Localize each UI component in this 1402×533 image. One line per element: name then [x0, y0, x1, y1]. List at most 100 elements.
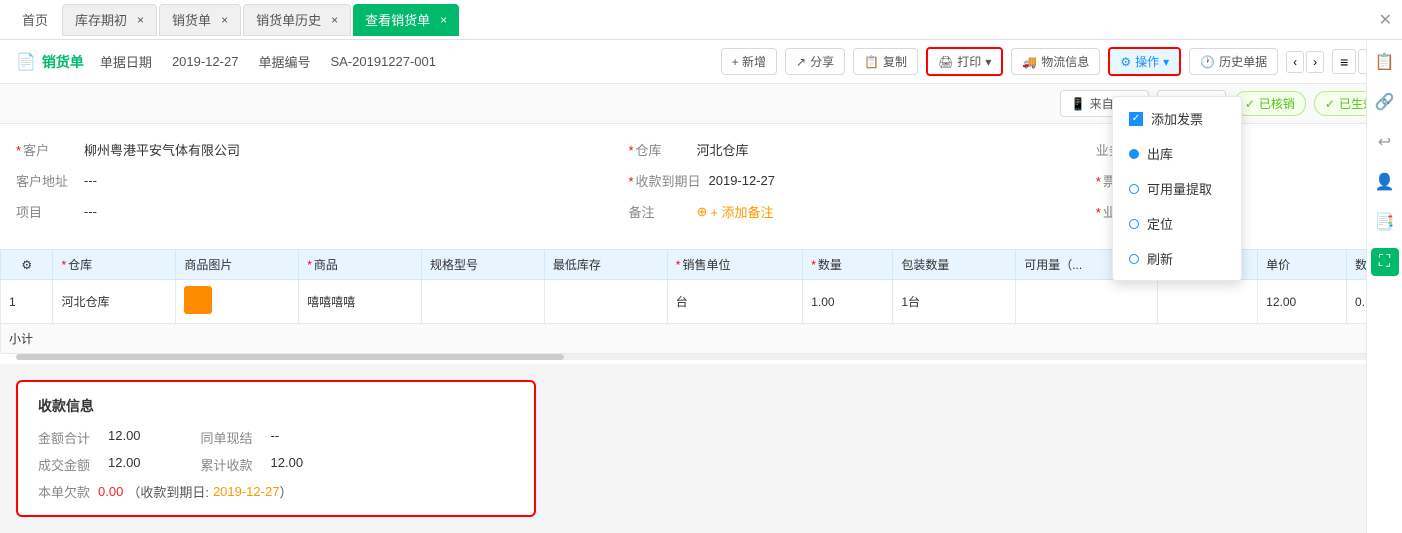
- payment-date-value: 2019-12-27: [709, 173, 776, 188]
- customer-field: 客户 柳州粤港平安气体有限公司: [16, 140, 596, 159]
- summary-row-3: 本单欠款 0.00 （收款到期日: 2019-12-27 ）: [38, 482, 514, 501]
- tab-sales-history[interactable]: 销货单历史 ×: [243, 4, 351, 36]
- project-value: ---: [84, 204, 97, 219]
- col-settings[interactable]: ⚙: [1, 250, 53, 280]
- doc-meta: 单据日期 2019-12-27 单据编号 SA-20191227-001: [100, 52, 436, 71]
- total-amount-value: 12.00: [108, 428, 141, 447]
- print-button[interactable]: 🖨 打印 ▾: [926, 47, 1003, 76]
- cumulative-payment-value: 12.00: [271, 455, 304, 474]
- prev-button[interactable]: ‹: [1286, 51, 1304, 73]
- tab-view-sales[interactable]: 查看销货单 ×: [353, 4, 459, 36]
- sidebar-link-icon[interactable]: 🔗: [1371, 88, 1399, 116]
- nav-arrows: ‹ ›: [1286, 51, 1324, 73]
- logistics-button[interactable]: 🚚 物流信息: [1011, 48, 1100, 75]
- cumulative-payment-label: 累计收款: [201, 455, 261, 474]
- share-button[interactable]: ↗ 分享: [785, 48, 845, 75]
- owed-label: 本单欠款: [38, 482, 98, 501]
- next-button[interactable]: ›: [1306, 51, 1324, 73]
- sidebar-file-icon[interactable]: 📑: [1371, 208, 1399, 236]
- refresh-item[interactable]: 刷新: [1113, 241, 1241, 276]
- list-view-button[interactable]: ≡: [1332, 49, 1356, 74]
- remark-field: 备注 ⊕ + 添加备注: [628, 202, 1063, 221]
- col-product: 商品: [299, 250, 422, 280]
- col-min-stock: 最低库存: [544, 250, 667, 280]
- tab-close-sales[interactable]: ×: [221, 13, 228, 27]
- sidebar-return-icon[interactable]: ↩: [1371, 128, 1399, 156]
- doc-number-label: 单据编号: [258, 52, 310, 71]
- owed-note-end: ）: [279, 482, 292, 501]
- summary-title: 收款信息: [38, 396, 514, 416]
- col-unit: 销售单位: [667, 250, 802, 280]
- row-unit: 台: [667, 280, 802, 324]
- tab-sales[interactable]: 销货单 ×: [159, 4, 241, 36]
- h-scrollbar[interactable]: [16, 354, 1386, 360]
- tab-bar: 首页 库存期初 × 销货单 × 销货单历史 × 查看销货单 × ✕: [0, 0, 1402, 40]
- doc-number-value: SA-20191227-001: [330, 54, 436, 69]
- col-warehouse: 仓库: [53, 250, 176, 280]
- doc-date-value: 2019-12-27: [172, 54, 239, 69]
- checkbox-icon: ✓: [1129, 112, 1143, 126]
- add-invoice-item[interactable]: ✓ 添加发票: [1113, 101, 1241, 136]
- address-label: 客户地址: [16, 171, 76, 190]
- customer-value: 柳州粤港平安气体有限公司: [84, 140, 240, 159]
- same-order-item: 同单现结 --: [201, 428, 280, 447]
- available-qty-item[interactable]: 可用量提取: [1113, 171, 1241, 206]
- phone-icon: 📱: [1071, 97, 1086, 111]
- warehouse-label: 仓库: [628, 140, 688, 159]
- row-quantity: 1.00: [803, 280, 893, 324]
- copy-button[interactable]: 📋 复制: [853, 48, 918, 75]
- owed-item: 本单欠款 0.00 （收款到期日: 2019-12-27 ）: [38, 482, 292, 501]
- warehouse-value: 河北仓库: [696, 140, 748, 159]
- tab-close-view-sales[interactable]: ×: [440, 13, 447, 27]
- total-amount-label: 金额合计: [38, 428, 98, 447]
- same-order-value: --: [271, 428, 280, 447]
- tab-close-sales-history[interactable]: ×: [331, 13, 338, 27]
- customer-label: 客户: [16, 140, 76, 159]
- payment-date-label: 收款到期日: [628, 171, 700, 190]
- remark-label: 备注: [628, 202, 688, 221]
- operate-icon: ⚙: [1120, 55, 1131, 69]
- right-sidebar: 📋 🔗 ↩ 👤 📑 ⛶: [1366, 40, 1402, 533]
- deal-amount-item: 成交金额 12.00: [38, 455, 141, 474]
- operate-button[interactable]: ⚙ 操作 ▾: [1108, 47, 1181, 76]
- history-icon: 🕐: [1200, 55, 1215, 69]
- window-close-icon[interactable]: ✕: [1379, 10, 1392, 30]
- effective-check-icon: ✓: [1325, 97, 1335, 111]
- plus-icon: ⊕: [696, 204, 707, 220]
- subtotal-label: 小计: [1, 324, 1402, 354]
- sidebar-user-icon[interactable]: 👤: [1371, 168, 1399, 196]
- payment-date-field: 收款到期日 2019-12-27: [628, 171, 1063, 190]
- history-button[interactable]: 🕐 历史单据: [1189, 48, 1278, 75]
- scroll-thumb: [16, 354, 564, 360]
- sidebar-expand-icon[interactable]: ⛶: [1371, 248, 1399, 276]
- col-spec: 规格型号: [422, 250, 545, 280]
- col-image: 商品图片: [176, 250, 299, 280]
- owed-note: （收款到期日:: [127, 482, 209, 501]
- doc-actions: + 新增 ↗ 分享 📋 复制 🖨 打印 ▾ 🚚 物流信息 ⚙: [721, 47, 1386, 76]
- tab-close-inventory[interactable]: ×: [137, 13, 144, 27]
- cumulative-payment-item: 累计收款 12.00: [201, 455, 304, 474]
- project-field: 项目 ---: [16, 202, 596, 221]
- add-note-button[interactable]: ⊕ + 添加备注: [696, 202, 773, 221]
- tab-home[interactable]: 首页: [10, 10, 60, 29]
- locate-item[interactable]: 定位: [1113, 206, 1241, 241]
- row-available: [1016, 280, 1158, 324]
- col-price: 单价: [1258, 250, 1347, 280]
- row-min-stock: [544, 280, 667, 324]
- sidebar-doc-icon[interactable]: 📋: [1371, 48, 1399, 76]
- doc-type-label: 📄 销货单: [16, 52, 84, 72]
- address-value: ---: [84, 173, 97, 188]
- share-icon: ↗: [796, 55, 806, 69]
- new-button[interactable]: + 新增: [721, 48, 777, 75]
- warehouse-field: 仓库 河北仓库: [628, 140, 1063, 159]
- summary-row-2: 成交金额 12.00 累计收款 12.00: [38, 455, 514, 474]
- summary-section: 收款信息 金额合计 12.00 同单现结 -- 成交金额 12.00: [0, 364, 1402, 529]
- doc-header: 📄 销货单 单据日期 2019-12-27 单据编号 SA-20191227-0…: [0, 40, 1402, 84]
- outbound-item[interactable]: 出库: [1113, 136, 1241, 171]
- confirmed-badge[interactable]: ✓ 已核销: [1234, 91, 1306, 116]
- subtotal-row: 小计: [1, 324, 1402, 354]
- total-amount-item: 金额合计 12.00: [38, 428, 141, 447]
- same-order-label: 同单现结: [201, 428, 261, 447]
- tab-inventory[interactable]: 库存期初 ×: [62, 4, 157, 36]
- truck-icon: 🚚: [1022, 55, 1037, 69]
